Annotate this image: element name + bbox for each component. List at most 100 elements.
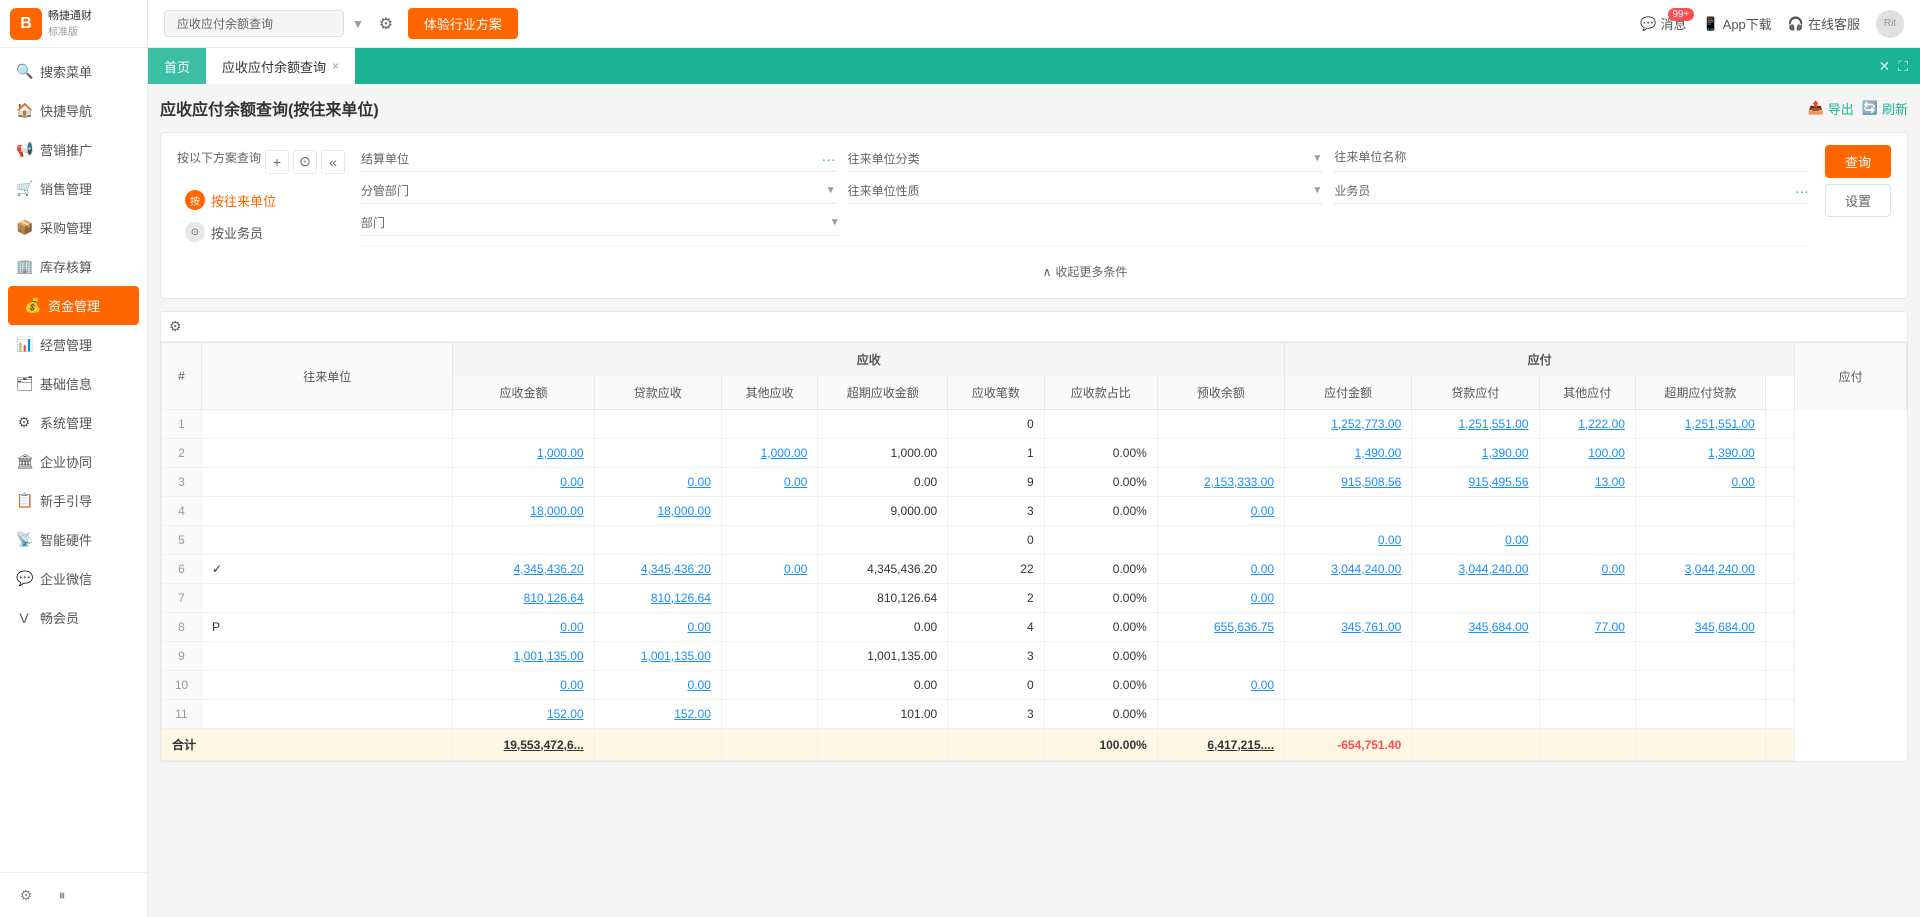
sidebar-item-sales[interactable]: 🛒 销售管理: [0, 169, 147, 208]
table-cell[interactable]: 0.00: [721, 468, 817, 497]
table-cell[interactable]: 915,508.56: [1285, 468, 1412, 497]
user-menu[interactable]: Rit: [1876, 10, 1904, 38]
sidebar-item-finance[interactable]: 💰 资金管理: [8, 286, 139, 325]
filter-option-partner[interactable]: 按 按往来单位: [177, 186, 345, 214]
table-cell[interactable]: 77.00: [1539, 613, 1635, 642]
sidebar-item-quick-nav[interactable]: 🏠 快捷导航: [0, 91, 147, 130]
manage-dept-arrow[interactable]: ▼: [826, 185, 836, 196]
header-gear-icon[interactable]: ⚙: [372, 10, 400, 38]
table-cell[interactable]: 0.00: [1157, 555, 1284, 584]
sidebar-item-hardware[interactable]: 📡 智能硬件: [0, 520, 147, 559]
online-service-btn[interactable]: 🎧 在线客服: [1788, 14, 1860, 33]
sidebar-item-newbie[interactable]: 📋 新手引导: [0, 481, 147, 520]
table-cell[interactable]: 18,000.00: [453, 497, 594, 526]
salesman-dots[interactable]: ···: [1795, 183, 1809, 199]
table-cell[interactable]: 2,153,333.00: [1157, 468, 1284, 497]
sidebar-item-member[interactable]: V 畅会员: [0, 598, 147, 637]
table-cell[interactable]: 0.00: [1157, 671, 1284, 700]
table-cell[interactable]: 152.00: [594, 700, 721, 729]
filter-collapse-btn[interactable]: «: [321, 150, 345, 174]
table-cell[interactable]: 13.00: [1539, 468, 1635, 497]
refresh-btn[interactable]: 🔄 刷新: [1862, 99, 1908, 118]
partner-nature-arrow[interactable]: ▼: [1312, 185, 1322, 196]
sidebar-item-operations[interactable]: 📊 经营管理: [0, 325, 147, 364]
tab-ar-query[interactable]: 应收应付余额查询 ×: [206, 48, 355, 84]
table-cell[interactable]: 1,390.00: [1635, 439, 1765, 468]
table-cell[interactable]: 1,251,551.00: [1412, 410, 1539, 439]
settlement-unit-dots[interactable]: ···: [822, 151, 836, 167]
table-cell[interactable]: 0.00: [453, 613, 594, 642]
settings-btn[interactable]: 设置: [1825, 184, 1891, 217]
tab-home[interactable]: 首页: [148, 48, 206, 84]
table-cell[interactable]: 0.00: [1285, 526, 1412, 555]
sidebar-item-marketing[interactable]: 📢 营销推广: [0, 130, 147, 169]
table-cell[interactable]: 1,001,135.00: [453, 642, 594, 671]
table-cell[interactable]: 1,251,551.00: [1635, 410, 1765, 439]
table-cell[interactable]: 915,495.56: [1412, 468, 1539, 497]
marketing-icon: 📢: [16, 141, 32, 158]
table-cell[interactable]: 1,001,135.00: [594, 642, 721, 671]
table-cell[interactable]: 0.00: [594, 613, 721, 642]
export-btn[interactable]: 📤 导出: [1808, 99, 1854, 118]
settings-footer-btn[interactable]: ⚙: [12, 881, 40, 909]
table-cell[interactable]: 0.00: [594, 671, 721, 700]
table-cell[interactable]: 1,000.00: [721, 439, 817, 468]
table-cell[interactable]: 345,761.00: [1285, 613, 1412, 642]
partner-category-arrow[interactable]: ▼: [1312, 153, 1322, 164]
table-cell[interactable]: 18,000.00: [594, 497, 721, 526]
filter-config-btn[interactable]: ⊙: [293, 150, 317, 174]
table-cell[interactable]: 1,000.00: [453, 439, 594, 468]
dept-arrow[interactable]: ▼: [830, 217, 840, 228]
table-cell[interactable]: 655,636.75: [1157, 613, 1284, 642]
sidebar-item-enterprise[interactable]: 🏛 企业协同: [0, 442, 147, 481]
table-cell[interactable]: 1,222.00: [1539, 410, 1635, 439]
filter-add-btn[interactable]: +: [265, 150, 289, 174]
footer-ar-prepay[interactable]: 6,417,215....: [1157, 729, 1284, 761]
table-cell[interactable]: 0.00: [1539, 555, 1635, 584]
sidebar-item-search-menu[interactable]: 🔍 搜索菜单: [0, 52, 147, 91]
sidebar-item-system[interactable]: ⚙ 系统管理: [0, 403, 147, 442]
tab-close-btn[interactable]: ✕: [1878, 58, 1890, 75]
query-btn[interactable]: 查询: [1825, 145, 1891, 178]
table-cell[interactable]: 3,044,240.00: [1285, 555, 1412, 584]
table-cell[interactable]: 3,044,240.00: [1412, 555, 1539, 584]
table-cell[interactable]: 345,684.00: [1412, 613, 1539, 642]
table-cell[interactable]: 1,390.00: [1412, 439, 1539, 468]
table-cell[interactable]: 1,252,773.00: [1285, 410, 1412, 439]
app-download-btn[interactable]: 📱 App下载: [1702, 14, 1771, 33]
message-btn[interactable]: 💬 消息 99+: [1640, 14, 1686, 33]
filter-option-salesman[interactable]: ⊙ 按业务员: [177, 218, 345, 246]
table-cell[interactable]: 810,126.64: [453, 584, 594, 613]
tab-maximize-btn[interactable]: ⛶: [1898, 58, 1908, 75]
sidebar-item-inventory[interactable]: 🏢 库存核算: [0, 247, 147, 286]
table-cell[interactable]: 0.00: [1157, 584, 1284, 613]
table-cell[interactable]: 152.00: [453, 700, 594, 729]
table-cell: 0: [948, 526, 1044, 555]
sidebar-item-purchase[interactable]: 📦 采购管理: [0, 208, 147, 247]
table-cell[interactable]: 3,044,240.00: [1635, 555, 1765, 584]
sidebar-item-wechat[interactable]: 💬 企业微信: [0, 559, 147, 598]
partner-name-input[interactable]: [1524, 145, 1809, 167]
table-cell[interactable]: 4,345,436.20: [453, 555, 594, 584]
table-cell[interactable]: 1,490.00: [1285, 439, 1412, 468]
sidebar-item-basic-info[interactable]: 🗂 基础信息: [0, 364, 147, 403]
table-cell[interactable]: 0.00: [1412, 526, 1539, 555]
table-settings-icon[interactable]: ⚙: [169, 318, 182, 335]
table-cell[interactable]: 345,684.00: [1635, 613, 1765, 642]
collapse-footer-btn[interactable]: ⏸: [48, 881, 76, 909]
industry-btn[interactable]: 体验行业方案: [408, 8, 518, 39]
table-cell[interactable]: 0.00: [594, 468, 721, 497]
table-cell[interactable]: 0.00: [453, 468, 594, 497]
table-cell[interactable]: 0.00: [1157, 497, 1284, 526]
table-cell[interactable]: 100.00: [1539, 439, 1635, 468]
footer-ar-amount[interactable]: 19,553,472,6...: [453, 729, 594, 761]
table-cell[interactable]: 0.00: [453, 671, 594, 700]
table-cell[interactable]: 0.00: [1635, 468, 1765, 497]
table-cell: [1765, 410, 1794, 439]
filter-more-btn[interactable]: ∧ 收起更多条件: [361, 257, 1809, 286]
table-cell[interactable]: 4,345,436.20: [594, 555, 721, 584]
tab-close-icon[interactable]: ×: [332, 59, 339, 73]
table-cell[interactable]: 810,126.64: [594, 584, 721, 613]
breadcrumb-arrow-icon[interactable]: ▼: [352, 17, 364, 31]
table-cell[interactable]: 0.00: [721, 555, 817, 584]
